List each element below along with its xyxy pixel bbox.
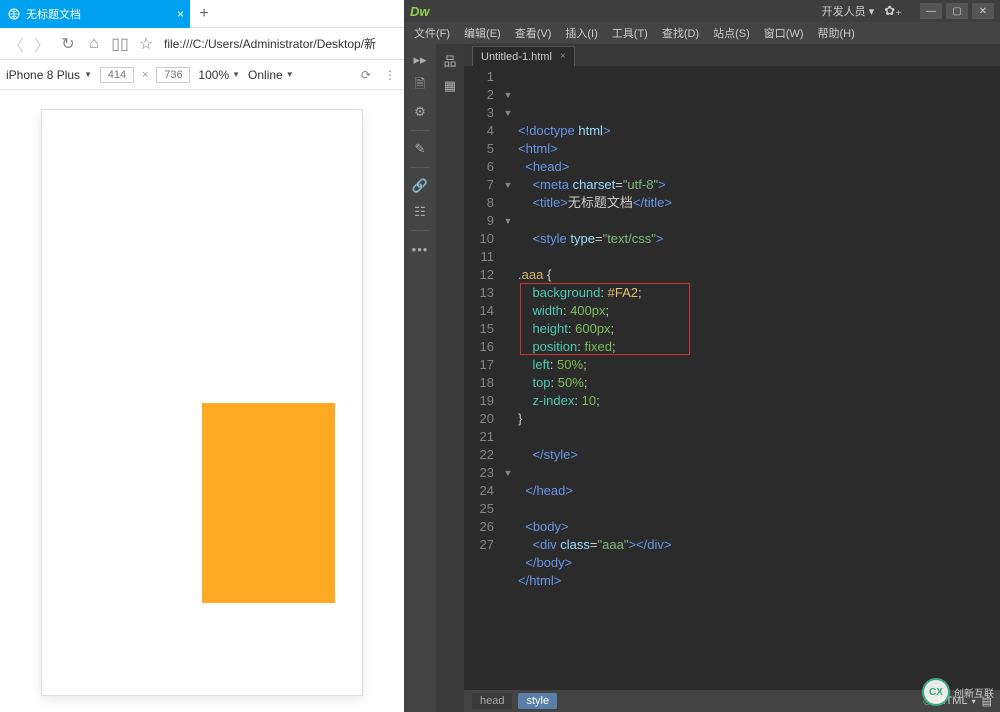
reader-button[interactable]: ▯▯ xyxy=(112,36,128,52)
forward-button[interactable]: 〉 xyxy=(34,36,50,52)
menu-item[interactable]: 查找(D) xyxy=(662,25,699,41)
viewport xyxy=(0,90,404,712)
url-field[interactable]: file:///C:/Users/Administrator/Desktop/新 xyxy=(164,35,396,52)
close-icon[interactable]: × xyxy=(560,51,566,62)
globe-icon xyxy=(8,8,20,20)
workspace-label[interactable]: 开发人员 ▾ xyxy=(822,3,875,19)
editor-tab[interactable]: Untitled-1.html × xyxy=(472,46,575,66)
caret-down-icon: ▼ xyxy=(286,70,294,79)
browser-window: 无标题文档 × + 〈 〉 ↻ ⌂ ▯▯ ☆ file:///C:/Users/… xyxy=(0,0,404,712)
dw-statusbar: head style ⊘ HTML ▾ ▤ xyxy=(464,690,1000,712)
network-value: Online xyxy=(248,68,283,82)
times-icon: × xyxy=(142,69,148,81)
dom-icon[interactable]: 品 xyxy=(438,48,462,72)
fold-gutter: ▼▼▼▼▼ xyxy=(502,66,514,690)
snippet-icon[interactable]: ☷ xyxy=(408,200,432,224)
menu-item[interactable]: 查看(V) xyxy=(515,25,552,41)
menu-item[interactable]: 站点(S) xyxy=(713,25,750,41)
editor-tabs: Untitled-1.html × xyxy=(464,44,1000,66)
dw-menubar: 文件(F) 编辑(E) 查看(V) 插入(I) 工具(T) 查找(D) 站点(S) 窗口(W)… xyxy=(404,22,1000,44)
device-toolbar: iPhone 8 Plus ▼ 414 × 736 100% ▼ Online … xyxy=(0,60,404,90)
dw-left-panel-2: 品 ▦ xyxy=(436,44,464,712)
menu-item[interactable]: 帮助(H) xyxy=(818,25,855,41)
link-icon[interactable]: 🔗 xyxy=(408,174,432,198)
code-editor[interactable]: 1234567891011121314151617181920212223242… xyxy=(464,66,1000,690)
tab-title: 无标题文档 xyxy=(26,6,81,22)
menu-item[interactable]: 工具(T) xyxy=(612,25,648,41)
more-icon[interactable]: ⋮ xyxy=(382,67,398,83)
network-select[interactable]: Online ▼ xyxy=(248,68,294,82)
height-input[interactable]: 736 xyxy=(156,67,190,83)
star-icon[interactable]: ☆ xyxy=(138,36,154,52)
tab-strip: 无标题文档 × + xyxy=(0,0,404,28)
separator xyxy=(410,167,430,168)
browser-tab[interactable]: 无标题文档 × xyxy=(0,0,190,28)
menu-item[interactable]: 编辑(E) xyxy=(464,25,501,41)
code-area[interactable]: <!doctype html><html> <head> <meta chars… xyxy=(514,66,1000,690)
separator xyxy=(410,230,430,231)
tab-filename: Untitled-1.html xyxy=(481,51,552,63)
device-select[interactable]: iPhone 8 Plus ▼ xyxy=(6,68,92,82)
adjust-icon[interactable]: ⚙ xyxy=(408,100,432,124)
back-button[interactable]: 〈 xyxy=(8,36,24,52)
dw-titlebar: Dw 开发人员 ▾ ✿₊ — ▢ ✕ xyxy=(404,0,1000,22)
device-name: iPhone 8 Plus xyxy=(6,68,80,82)
dreamweaver-window: Dw 开发人员 ▾ ✿₊ — ▢ ✕ 文件(F) 编辑(E) 查看(V) 插入(I) 工… xyxy=(404,0,1000,712)
zoom-select[interactable]: 100% ▼ xyxy=(198,68,240,82)
home-button[interactable]: ⌂ xyxy=(86,36,102,52)
menu-item[interactable]: 文件(F) xyxy=(414,25,450,41)
watermark: CX 创新互联 xyxy=(922,678,994,706)
caret-down-icon: ▼ xyxy=(84,70,92,79)
minimize-button[interactable]: — xyxy=(920,3,942,19)
close-button[interactable]: ✕ xyxy=(972,3,994,19)
dw-logo: Dw xyxy=(410,4,430,19)
rotate-icon[interactable]: ⟳ xyxy=(358,67,374,83)
caret-down-icon: ▼ xyxy=(232,70,240,79)
sync-icon[interactable]: ✿₊ xyxy=(884,3,902,19)
zoom-value: 100% xyxy=(198,68,229,82)
aaa-div xyxy=(202,403,335,603)
collapse-icon[interactable]: ▸▸ xyxy=(408,48,432,72)
line-gutter: 1234567891011121314151617181920212223242… xyxy=(464,66,502,690)
files-icon[interactable]: 🗎 xyxy=(408,74,432,98)
address-bar: 〈 〉 ↻ ⌂ ▯▯ ☆ file:///C:/Users/Administra… xyxy=(0,28,404,60)
watermark-logo: CX xyxy=(922,678,950,706)
watermark-text: 创新互联 xyxy=(954,685,994,700)
close-icon[interactable]: × xyxy=(177,7,184,21)
more-icon[interactable]: ••• xyxy=(408,237,432,261)
phone-frame xyxy=(42,110,362,695)
new-tab-button[interactable]: + xyxy=(190,0,218,28)
reload-button[interactable]: ↻ xyxy=(60,36,76,52)
maximize-button[interactable]: ▢ xyxy=(946,3,968,19)
menu-item[interactable]: 窗口(W) xyxy=(764,25,804,41)
brush-icon[interactable]: ✎ xyxy=(408,137,432,161)
assets-icon[interactable]: ▦ xyxy=(438,74,462,98)
crumb-head[interactable]: head xyxy=(472,693,512,709)
crumb-style[interactable]: style xyxy=(518,693,557,709)
menu-item[interactable]: 插入(I) xyxy=(565,25,597,41)
separator xyxy=(410,130,430,131)
width-input[interactable]: 414 xyxy=(100,67,134,83)
dw-left-panel: ▸▸ 🗎 ⚙ ✎ 🔗 ☷ ••• xyxy=(404,44,436,712)
